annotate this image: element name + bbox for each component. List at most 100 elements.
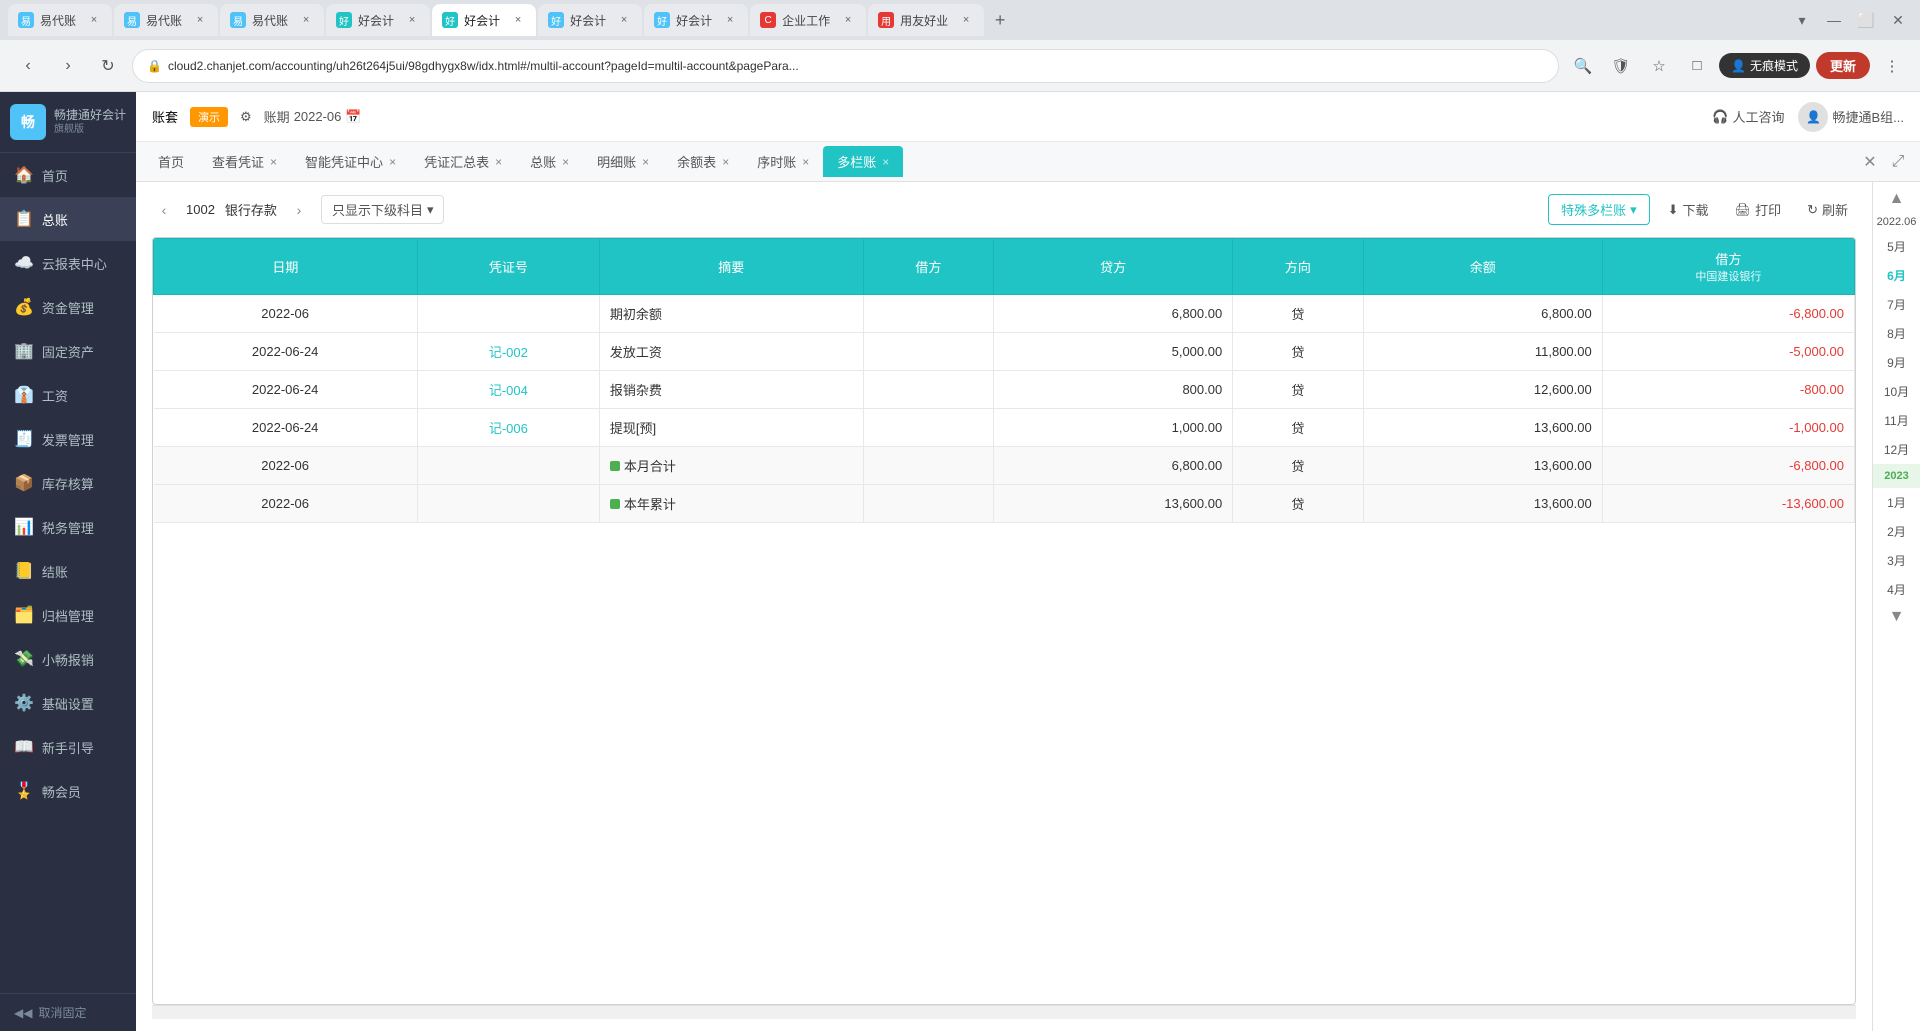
- cal-month-apr-2023[interactable]: 4月: [1873, 575, 1920, 604]
- tab-close-9[interactable]: ×: [958, 12, 974, 28]
- browser-tab-1[interactable]: 易 易代账 ×: [8, 4, 112, 36]
- cal-month-sep-2022[interactable]: 9月: [1873, 348, 1920, 377]
- tab-list-button[interactable]: ▾: [1788, 6, 1816, 34]
- sub-account-filter[interactable]: 只显示下级科目 ▾: [321, 195, 445, 224]
- sidebar-item-funds[interactable]: 💰 资金管理: [0, 285, 136, 329]
- period-selector[interactable]: 账期 2022-06 📅: [264, 107, 362, 126]
- tab-close-1[interactable]: ×: [86, 12, 102, 28]
- customer-service-button[interactable]: 🎧 人工咨询: [1712, 107, 1784, 126]
- tab-balance-close[interactable]: ×: [722, 155, 729, 169]
- browser-tab-9[interactable]: 用 用友好业 ×: [868, 4, 984, 36]
- stealth-mode-button[interactable]: 👤 无痕模式: [1719, 53, 1810, 78]
- cal-month-feb-2023[interactable]: 2月: [1873, 517, 1920, 546]
- cal-month-jan-2023[interactable]: 1月: [1873, 488, 1920, 517]
- menu-button[interactable]: ⋮: [1876, 50, 1908, 82]
- star-icon[interactable]: ☆: [1643, 50, 1675, 82]
- horizontal-scrollbar[interactable]: [152, 1005, 1856, 1019]
- browser-tab-7[interactable]: 好 好会计 ×: [644, 4, 748, 36]
- cell-debit: [863, 371, 993, 409]
- calendar-up-button[interactable]: ▲: [1885, 186, 1909, 212]
- cal-month-aug-2022[interactable]: 8月: [1873, 319, 1920, 348]
- tab-home[interactable]: 首页: [144, 146, 198, 177]
- tab-voucher[interactable]: 查看凭证 ×: [198, 146, 291, 177]
- tab-smart-voucher[interactable]: 智能凭证中心 ×: [291, 146, 410, 177]
- download-button[interactable]: ⬇ 下载: [1660, 194, 1717, 225]
- settings-gear[interactable]: ⚙: [240, 109, 252, 125]
- tab-close-3[interactable]: ×: [298, 12, 314, 28]
- sidebar-item-tax[interactable]: 📊 税务管理: [0, 505, 136, 549]
- print-button[interactable]: 🖨 打印: [1727, 194, 1790, 225]
- tab-balance[interactable]: 余额表 ×: [663, 146, 743, 177]
- cal-month-jul-2022[interactable]: 7月: [1873, 290, 1920, 319]
- collapse-panel-button[interactable]: ✕: [1856, 148, 1884, 176]
- account-badge[interactable]: 演示: [190, 107, 228, 127]
- tab-close-7[interactable]: ×: [722, 12, 738, 28]
- cell-voucher[interactable]: 记-004: [417, 371, 599, 409]
- cal-month-mar-2023[interactable]: 3月: [1873, 546, 1920, 575]
- close-window-button[interactable]: ✕: [1884, 6, 1912, 34]
- tab-vsummary-close[interactable]: ×: [495, 155, 502, 169]
- cal-month-may-2022[interactable]: 5月: [1873, 232, 1920, 261]
- sidebar-item-inventory[interactable]: 📦 库存核算: [0, 461, 136, 505]
- next-account-button[interactable]: ›: [287, 198, 311, 222]
- new-tab-button[interactable]: +: [986, 6, 1014, 34]
- user-profile[interactable]: 👤 畅捷通B组...: [1798, 102, 1904, 132]
- sidebar-item-close-accounts[interactable]: 📒 结账: [0, 549, 136, 593]
- browser-tab-3[interactable]: 易 易代账 ×: [220, 4, 324, 36]
- tab-close-5[interactable]: ×: [510, 12, 526, 28]
- cell-voucher[interactable]: 记-006: [417, 409, 599, 447]
- sidebar-item-invoices[interactable]: 🧾 发票管理: [0, 417, 136, 461]
- tab-multi-column[interactable]: 多栏账 ×: [823, 146, 903, 177]
- prev-account-button[interactable]: ‹: [152, 198, 176, 222]
- tab-close-6[interactable]: ×: [616, 12, 632, 28]
- url-bar[interactable]: 🔒 cloud2.chanjet.com/accounting/uh26t264…: [132, 49, 1559, 83]
- tab-smart-close[interactable]: ×: [389, 155, 396, 169]
- calendar-down-button[interactable]: ▼: [1885, 604, 1909, 630]
- restore-button[interactable]: ⬜: [1852, 6, 1880, 34]
- minimize-button[interactable]: —: [1820, 6, 1848, 34]
- special-ledger-button[interactable]: 特殊多栏账 ▾: [1548, 194, 1650, 225]
- reload-button[interactable]: ↻: [92, 50, 124, 82]
- tab-detail-ledger[interactable]: 明细账 ×: [583, 146, 663, 177]
- sidebar-item-fixed-assets[interactable]: 🏢 固定资产: [0, 329, 136, 373]
- sidebar-item-expenses[interactable]: 💸 小畅报销: [0, 637, 136, 681]
- sidebar-item-payroll[interactable]: 👔 工资: [0, 373, 136, 417]
- tab-multi-close[interactable]: ×: [882, 155, 889, 169]
- cal-month-nov-2022[interactable]: 11月: [1873, 406, 1920, 435]
- forward-button[interactable]: ›: [52, 50, 84, 82]
- cell-voucher[interactable]: 记-002: [417, 333, 599, 371]
- sidebar-item-archive[interactable]: 🗂️ 归档管理: [0, 593, 136, 637]
- tab-general-close[interactable]: ×: [562, 155, 569, 169]
- tab-close-4[interactable]: ×: [404, 12, 420, 28]
- tab-close-8[interactable]: ×: [840, 12, 856, 28]
- tab-general-ledger[interactable]: 总账 ×: [516, 146, 583, 177]
- search-icon[interactable]: 🔍: [1567, 50, 1599, 82]
- sidebar-item-guide[interactable]: 📖 新手引导: [0, 725, 136, 769]
- browser-tab-5[interactable]: 好 好会计 ×: [432, 4, 536, 36]
- sidebar-item-membership[interactable]: 🎖️ 畅会员: [0, 769, 136, 813]
- sidebar-item-cloud-reports[interactable]: ☁️ 云报表中心: [0, 241, 136, 285]
- unpin-button[interactable]: ◀◀ 取消固定: [0, 993, 136, 1031]
- expand-panel-button[interactable]: ⤢: [1884, 148, 1912, 176]
- refresh-button[interactable]: ↻ 刷新: [1799, 194, 1856, 225]
- tab-journal[interactable]: 序时账 ×: [743, 146, 823, 177]
- back-button[interactable]: ‹: [12, 50, 44, 82]
- sidebar-item-general-ledger[interactable]: 📋 总账: [0, 197, 136, 241]
- tab-voucher-close[interactable]: ×: [270, 155, 277, 169]
- cal-month-jun-2022[interactable]: 6月: [1873, 261, 1920, 290]
- extensions-icon[interactable]: □: [1681, 50, 1713, 82]
- shield-icon[interactable]: 🛡: [1605, 50, 1637, 82]
- update-button[interactable]: 更新: [1816, 52, 1870, 79]
- tab-detail-close[interactable]: ×: [642, 155, 649, 169]
- tab-voucher-summary[interactable]: 凭证汇总表 ×: [410, 146, 516, 177]
- tab-close-2[interactable]: ×: [192, 12, 208, 28]
- browser-tab-2[interactable]: 易 易代账 ×: [114, 4, 218, 36]
- tab-journal-close[interactable]: ×: [802, 155, 809, 169]
- browser-tab-4[interactable]: 好 好会计 ×: [326, 4, 430, 36]
- browser-tab-8[interactable]: C 企业工作 ×: [750, 4, 866, 36]
- cal-month-dec-2022[interactable]: 12月: [1873, 435, 1920, 464]
- sidebar-item-settings[interactable]: ⚙️ 基础设置: [0, 681, 136, 725]
- sidebar-item-home[interactable]: 🏠 首页: [0, 153, 136, 197]
- browser-tab-6[interactable]: 好 好会计 ×: [538, 4, 642, 36]
- cal-month-oct-2022[interactable]: 10月: [1873, 377, 1920, 406]
